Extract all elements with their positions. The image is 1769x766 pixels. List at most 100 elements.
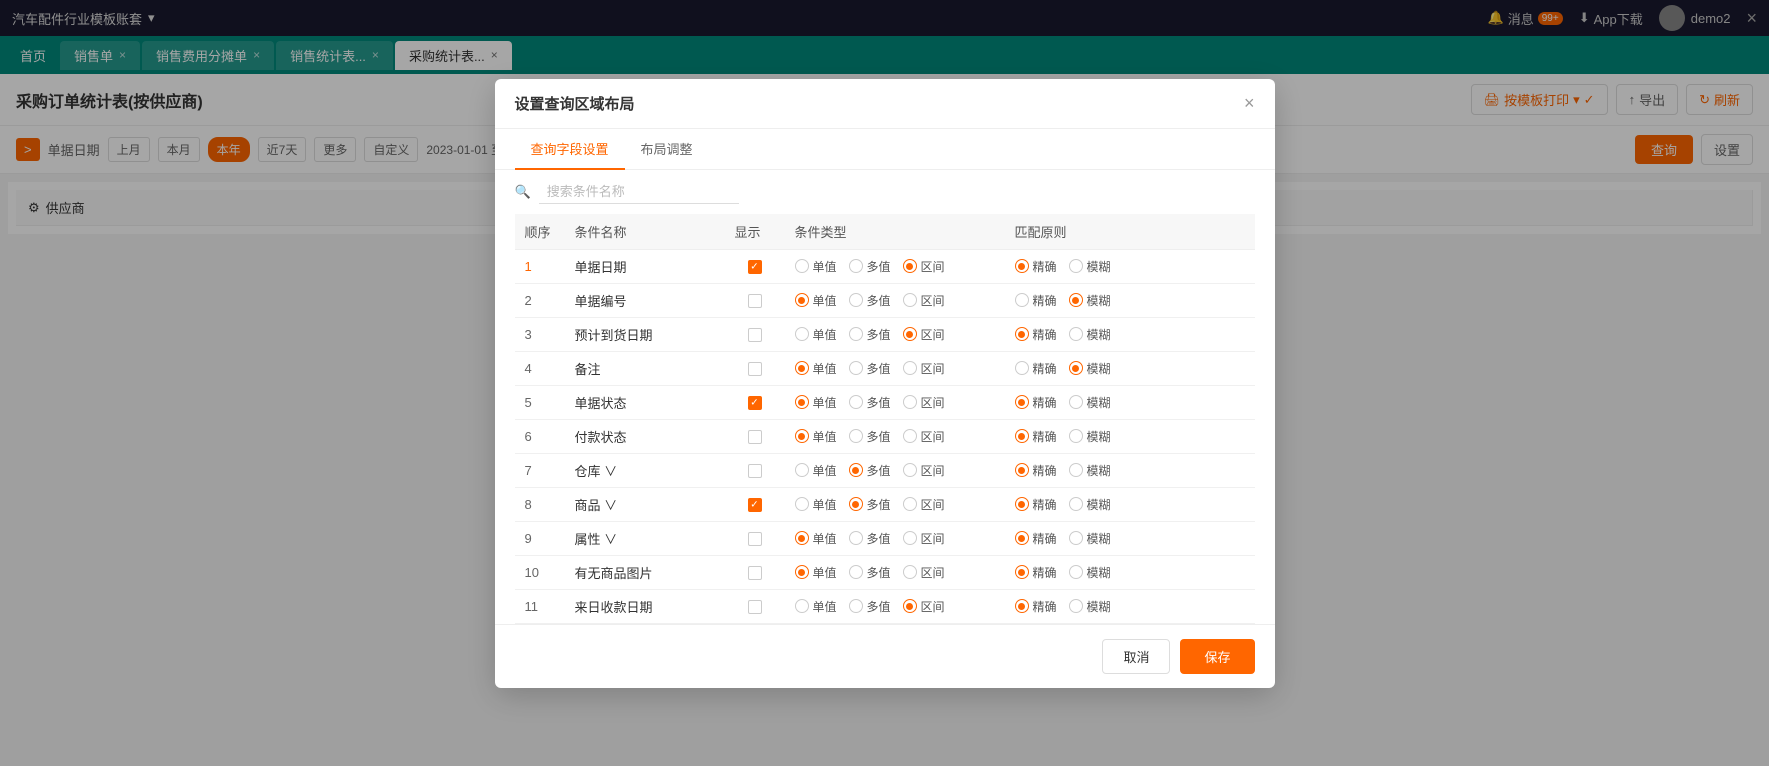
radio-type-单值[interactable]: 单值 [795,462,837,479]
radio-match-精确[interactable]: 精确 [1015,598,1057,615]
save-button[interactable]: 保存 [1180,639,1254,674]
row-type-cell: 单值多值区间 [785,555,1005,589]
radio-type-区间[interactable]: 区间 [903,530,945,547]
display-checkbox[interactable] [748,396,762,410]
radio-type-单值[interactable]: 单值 [795,258,837,275]
radio-type-多值[interactable]: 多值 [849,258,891,275]
radio-type-区间[interactable]: 区间 [903,360,945,377]
table-row: 6付款状态单值多值区间精确模糊 [515,419,1255,453]
radio-circle [1069,327,1083,341]
radio-type-单值[interactable]: 单值 [795,530,837,547]
radio-type-多值[interactable]: 多值 [849,598,891,615]
radio-type-单值[interactable]: 单值 [795,394,837,411]
radio-circle [795,497,809,511]
display-checkbox[interactable] [748,362,762,376]
search-input[interactable] [539,180,739,204]
radio-match-精确[interactable]: 精确 [1015,258,1057,275]
radio-type-区间[interactable]: 区间 [903,598,945,615]
radio-circle [1015,395,1029,409]
th-match-rule: 匹配原则 [1005,214,1255,250]
radio-match-精确[interactable]: 精确 [1015,394,1057,411]
radio-match-精确[interactable]: 精确 [1015,530,1057,547]
radio-match-模糊[interactable]: 模糊 [1069,428,1111,445]
row-display-checkbox-cell [725,453,785,487]
modal-tab-layout[interactable]: 布局调整 [625,129,709,170]
display-checkbox[interactable] [748,532,762,546]
radio-type-单值[interactable]: 单值 [795,564,837,581]
radio-circle [1015,327,1029,341]
radio-circle [849,259,863,273]
radio-type-多值[interactable]: 多值 [849,360,891,377]
radio-type-单值[interactable]: 单值 [795,496,837,513]
radio-circle [903,599,917,613]
radio-type-区间[interactable]: 区间 [903,258,945,275]
radio-type-多值[interactable]: 多值 [849,428,891,445]
radio-match-精确[interactable]: 精确 [1015,360,1057,377]
display-checkbox[interactable] [748,600,762,614]
radio-match-模糊[interactable]: 模糊 [1069,564,1111,581]
radio-match-模糊[interactable]: 模糊 [1069,258,1111,275]
radio-type-多值[interactable]: 多值 [849,326,891,343]
radio-type-多值[interactable]: 多值 [849,394,891,411]
radio-match-精确[interactable]: 精确 [1015,428,1057,445]
radio-match-精确[interactable]: 精确 [1015,462,1057,479]
radio-match-模糊[interactable]: 模糊 [1069,326,1111,343]
radio-match-模糊[interactable]: 模糊 [1069,496,1111,513]
radio-type-多值[interactable]: 多值 [849,292,891,309]
radio-type-单值[interactable]: 单值 [795,598,837,615]
radio-match-模糊[interactable]: 模糊 [1069,598,1111,615]
radio-type-区间[interactable]: 区间 [903,292,945,309]
display-checkbox[interactable] [748,430,762,444]
display-checkbox[interactable] [748,328,762,342]
radio-type-区间[interactable]: 区间 [903,394,945,411]
row-match-cell: 精确模糊 [1005,487,1255,521]
radio-match-模糊[interactable]: 模糊 [1069,530,1111,547]
radio-circle [1015,429,1029,443]
radio-match-精确[interactable]: 精确 [1015,564,1057,581]
radio-match-模糊[interactable]: 模糊 [1069,462,1111,479]
row-order-8: 8 [515,487,565,521]
radio-circle [795,259,809,273]
row-order-11: 11 [515,589,565,623]
display-checkbox[interactable] [748,498,762,512]
cancel-button[interactable]: 取消 [1102,639,1170,674]
display-checkbox[interactable] [748,294,762,308]
radio-type-单值[interactable]: 单值 [795,428,837,445]
radio-match-精确[interactable]: 精确 [1015,292,1057,309]
radio-type-区间[interactable]: 区间 [903,564,945,581]
radio-type-多值[interactable]: 多值 [849,462,891,479]
radio-circle [1015,531,1029,545]
radio-type-单值[interactable]: 单值 [795,292,837,309]
radio-match-模糊[interactable]: 模糊 [1069,394,1111,411]
radio-circle [849,361,863,375]
th-order: 顺序 [515,214,565,250]
radio-match-精确[interactable]: 精确 [1015,326,1057,343]
row-field-name: 备注 [565,351,725,385]
display-checkbox[interactable] [748,464,762,478]
display-checkbox[interactable] [748,260,762,274]
radio-type-多值[interactable]: 多值 [849,530,891,547]
th-field-type: 条件类型 [785,214,1005,250]
radio-type-多值[interactable]: 多值 [849,496,891,513]
radio-type-区间[interactable]: 区间 [903,496,945,513]
radio-type-单值[interactable]: 单值 [795,326,837,343]
radio-circle [1015,497,1029,511]
radio-match-模糊[interactable]: 模糊 [1069,360,1111,377]
radio-match-模糊[interactable]: 模糊 [1069,292,1111,309]
radio-type-多值[interactable]: 多值 [849,564,891,581]
row-match-cell: 精确模糊 [1005,249,1255,283]
radio-type-区间[interactable]: 区间 [903,428,945,445]
radio-match-精确[interactable]: 精确 [1015,496,1057,513]
modal-tab-query-fields[interactable]: 查询字段设置 [515,129,625,170]
radio-type-区间[interactable]: 区间 [903,326,945,343]
display-checkbox[interactable] [748,566,762,580]
row-field-name: 预计到货日期 [565,317,725,351]
row-display-checkbox-cell [725,589,785,623]
radio-circle [849,531,863,545]
radio-type-单值[interactable]: 单值 [795,360,837,377]
radio-type-区间[interactable]: 区间 [903,462,945,479]
row-field-name: 单据状态 [565,385,725,419]
radio-circle [1069,395,1083,409]
modal-close-button[interactable]: × [1244,94,1255,112]
radio-circle [849,497,863,511]
